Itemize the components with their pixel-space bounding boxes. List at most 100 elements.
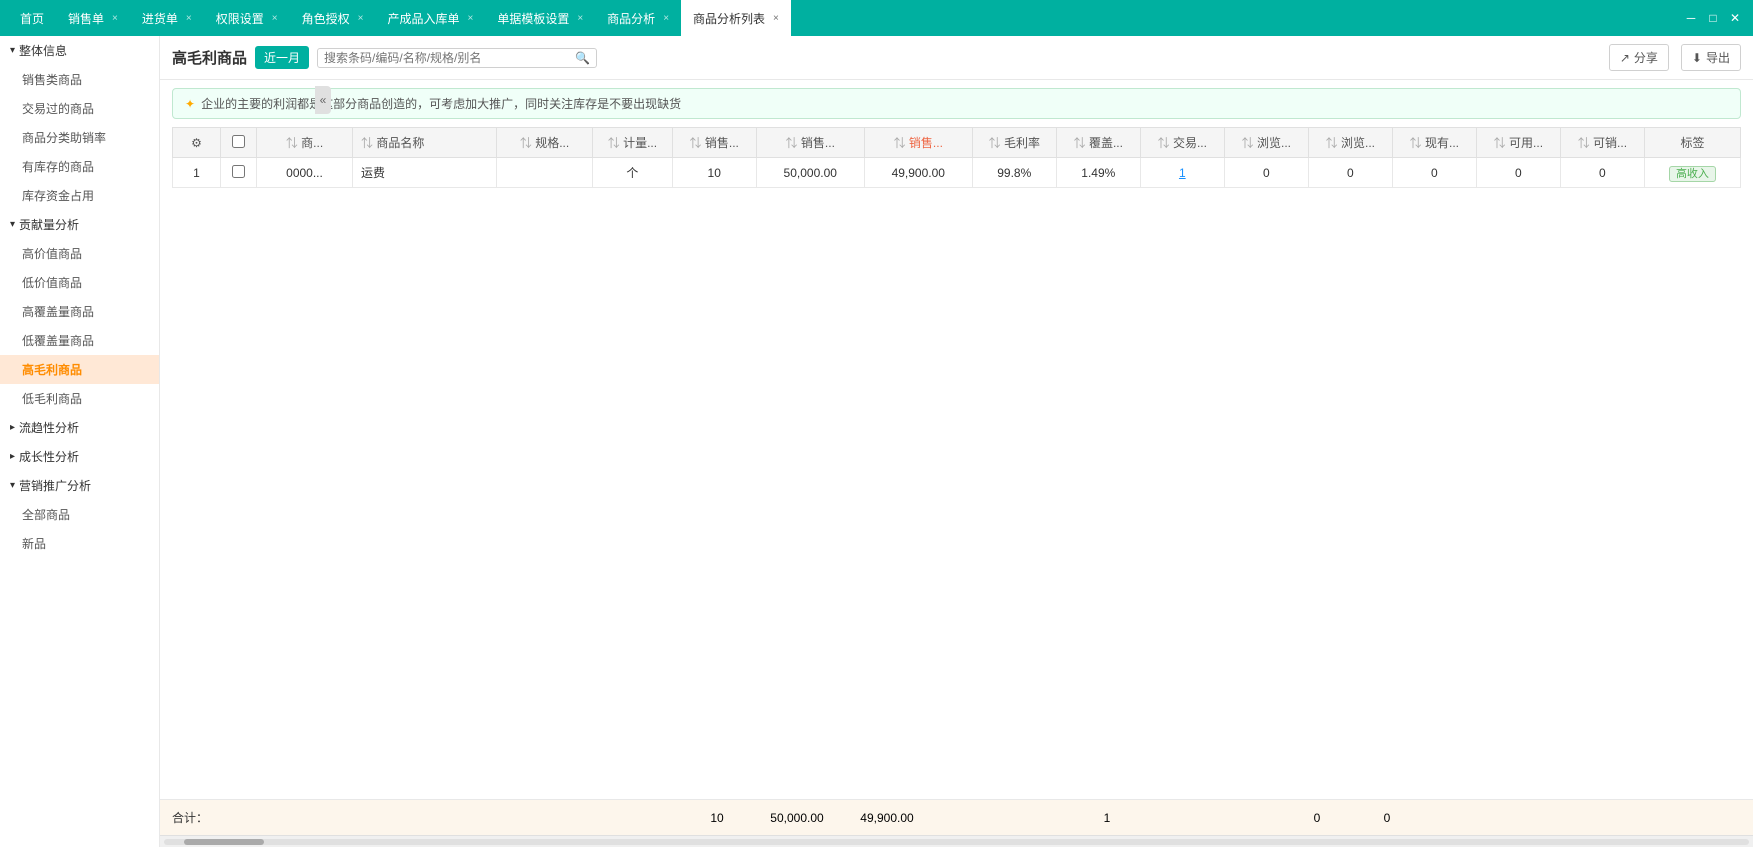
sidebar-group-trend-label: 流趋性分析 xyxy=(19,419,79,436)
col-header-browse1[interactable]: ⇅ 浏览... xyxy=(1224,128,1308,158)
table-row: 1 0000... 运费 个 10 50,000.00 49,900.00 99… xyxy=(173,158,1741,188)
sidebar-item-traded-goods[interactable]: 交易过的商品 xyxy=(0,94,159,123)
close-product-analysis-list-tab[interactable]: × xyxy=(773,13,779,24)
info-text: 企业的主要的利润都是这部分商品创造的，可考虑加大推广，同时关注库存是不要出现缺货 xyxy=(201,95,681,112)
cell-coverage: 1.49% xyxy=(1056,158,1140,188)
nav-role[interactable]: 角色授权 × xyxy=(290,0,376,36)
sidebar-item-stock-capital[interactable]: 库存资金占用 xyxy=(0,181,159,210)
cell-gross-rate: 99.8% xyxy=(972,158,1056,188)
footer-sales-profit: 49,900.00 xyxy=(842,811,932,825)
search-input[interactable] xyxy=(324,51,571,65)
info-banner: ✦ 企业的主要的利润都是这部分商品创造的，可考虑加大推广，同时关注库存是不要出现… xyxy=(172,88,1741,119)
sort-name-icon: ⇅ xyxy=(361,136,373,150)
search-icon[interactable]: 🔍 xyxy=(575,51,590,65)
tag-badge: 高收入 xyxy=(1669,166,1716,182)
content-area: « 高毛利商品 近一月 🔍 ↗ 分享 ⬇ 导出 ✦ 企业的 xyxy=(160,36,1753,847)
sidebar-group-contribution-label: 贡献量分析 xyxy=(19,216,79,233)
col-header-trade[interactable]: ⇅ 交易... xyxy=(1140,128,1224,158)
close-product-in-tab[interactable]: × xyxy=(467,13,473,24)
col-header-check[interactable] xyxy=(221,128,257,158)
row-checkbox[interactable] xyxy=(232,165,245,178)
sidebar-item-high-value[interactable]: 高价值商品 xyxy=(0,239,159,268)
col-header-sales-qty[interactable]: ⇅ 销售... xyxy=(672,128,756,158)
sidebar-item-category-rate[interactable]: 商品分类助销率 xyxy=(0,123,159,152)
sidebar-item-sales-goods[interactable]: 销售类商品 xyxy=(0,65,159,94)
nav-purchase[interactable]: 进货单 × xyxy=(130,0,204,36)
close-window-button[interactable]: ✕ xyxy=(1725,8,1745,28)
sidebar-group-growth[interactable]: ▸ 成长性分析 xyxy=(0,442,159,471)
col-header-coverage[interactable]: ⇅ 覆盖... xyxy=(1056,128,1140,158)
sidebar-item-high-coverage[interactable]: 高覆盖量商品 xyxy=(0,297,159,326)
cell-unit: 个 xyxy=(593,158,673,188)
col-header-settings[interactable]: ⚙ xyxy=(173,128,221,158)
col-header-gross-rate[interactable]: ⇅ 毛利率 xyxy=(972,128,1056,158)
horizontal-scrollbar[interactable] xyxy=(160,835,1753,847)
col-header-name[interactable]: ⇅ 商品名称 xyxy=(353,128,497,158)
sort-browse1-icon: ⇅ xyxy=(1242,136,1254,150)
sort-gross-rate-icon: ⇅ xyxy=(989,136,1001,150)
col-header-tag[interactable]: 标签 xyxy=(1644,128,1740,158)
close-sales-tab[interactable]: × xyxy=(112,13,118,24)
col-header-sellable[interactable]: ⇅ 可销... xyxy=(1560,128,1644,158)
sidebar-item-low-coverage[interactable]: 低覆盖量商品 xyxy=(0,326,159,355)
col-header-sales-profit[interactable]: ⇅ 销售... xyxy=(864,128,972,158)
close-purchase-tab[interactable]: × xyxy=(186,13,192,24)
col-header-current[interactable]: ⇅ 现有... xyxy=(1392,128,1476,158)
sort-browse2-icon: ⇅ xyxy=(1326,136,1338,150)
trade-link[interactable]: 1 xyxy=(1179,166,1186,180)
nav-template[interactable]: 单据模板设置 × xyxy=(485,0,595,36)
content-header: 高毛利商品 近一月 🔍 ↗ 分享 ⬇ 导出 xyxy=(160,36,1753,80)
cell-sellable: 0 xyxy=(1560,158,1644,188)
col-header-sales-amt[interactable]: ⇅ 销售... xyxy=(756,128,864,158)
close-permission-tab[interactable]: × xyxy=(272,13,278,24)
col-header-unit[interactable]: ⇅ 计量... xyxy=(593,128,673,158)
maximize-button[interactable]: □ xyxy=(1703,8,1723,28)
sort-sales-profit-icon: ⇅ xyxy=(894,136,906,150)
share-icon: ↗ xyxy=(1620,51,1630,65)
sort-sales-amt-icon: ⇅ xyxy=(786,136,798,150)
col-header-code[interactable]: ⇅ 商... xyxy=(257,128,353,158)
table-container[interactable]: ⚙ ⇅ 商... ⇅ 商品名称 xyxy=(172,127,1741,799)
select-all-checkbox[interactable] xyxy=(232,135,245,148)
cell-available: 0 xyxy=(1476,158,1560,188)
sidebar-group-contribution[interactable]: ▾ 贡献量分析 xyxy=(0,210,159,239)
top-nav: 首页 销售单 × 进货单 × 权限设置 × 角色授权 × 产成品入库单 × 单据… xyxy=(0,0,1753,36)
cell-tag: 高收入 xyxy=(1644,158,1740,188)
scrollbar-thumb[interactable] xyxy=(184,839,264,845)
sidebar-item-low-value[interactable]: 低价值商品 xyxy=(0,268,159,297)
main-layout: ▾ 整体信息 销售类商品 交易过的商品 商品分类助销率 有库存的商品 库存资金占… xyxy=(0,36,1753,847)
nav-sales[interactable]: 销售单 × xyxy=(56,0,130,36)
cell-check[interactable] xyxy=(221,158,257,188)
settings-icon: ⚙ xyxy=(191,136,202,150)
close-template-tab[interactable]: × xyxy=(577,13,583,24)
col-header-browse2[interactable]: ⇅ 浏览... xyxy=(1308,128,1392,158)
cell-trade[interactable]: 1 xyxy=(1140,158,1224,188)
nav-permission[interactable]: 权限设置 × xyxy=(204,0,290,36)
sidebar-item-all-goods[interactable]: 全部商品 xyxy=(0,500,159,529)
col-header-spec[interactable]: ⇅ 规格... xyxy=(497,128,593,158)
sidebar-group-marketing[interactable]: ▾ 营销推广分析 xyxy=(0,471,159,500)
col-header-available[interactable]: ⇅ 可用... xyxy=(1476,128,1560,158)
cell-spec xyxy=(497,158,593,188)
sidebar-item-new-goods[interactable]: 新品 xyxy=(0,529,159,558)
sidebar-item-in-stock[interactable]: 有库存的商品 xyxy=(0,152,159,181)
export-button[interactable]: ⬇ 导出 xyxy=(1681,44,1741,71)
sidebar-collapse-button[interactable]: « xyxy=(315,86,331,114)
sidebar-group-trend[interactable]: ▸ 流趋性分析 xyxy=(0,413,159,442)
nav-product-analysis-list[interactable]: 商品分析列表 × xyxy=(681,0,791,36)
filter-recent-month[interactable]: 近一月 xyxy=(255,46,309,69)
sidebar-item-low-margin[interactable]: 低毛利商品 xyxy=(0,384,159,413)
footer-total: 合计： 10 50,000.00 49,900.00 1 0 0 xyxy=(160,799,1753,835)
nav-product-in[interactable]: 产成品入库单 × xyxy=(375,0,485,36)
nav-home[interactable]: 首页 xyxy=(8,0,56,36)
sort-trade-icon: ⇅ xyxy=(1158,136,1170,150)
close-role-tab[interactable]: × xyxy=(358,13,364,24)
sidebar-item-high-margin[interactable]: 高毛利商品 xyxy=(0,355,159,384)
footer-available: 0 xyxy=(1352,811,1422,825)
close-product-analysis-tab[interactable]: × xyxy=(663,13,669,24)
minimize-button[interactable]: ─ xyxy=(1681,8,1701,28)
cell-browse1: 0 xyxy=(1224,158,1308,188)
sidebar-group-overall[interactable]: ▾ 整体信息 xyxy=(0,36,159,65)
nav-product-analysis[interactable]: 商品分析 × xyxy=(595,0,681,36)
share-button[interactable]: ↗ 分享 xyxy=(1609,44,1669,71)
